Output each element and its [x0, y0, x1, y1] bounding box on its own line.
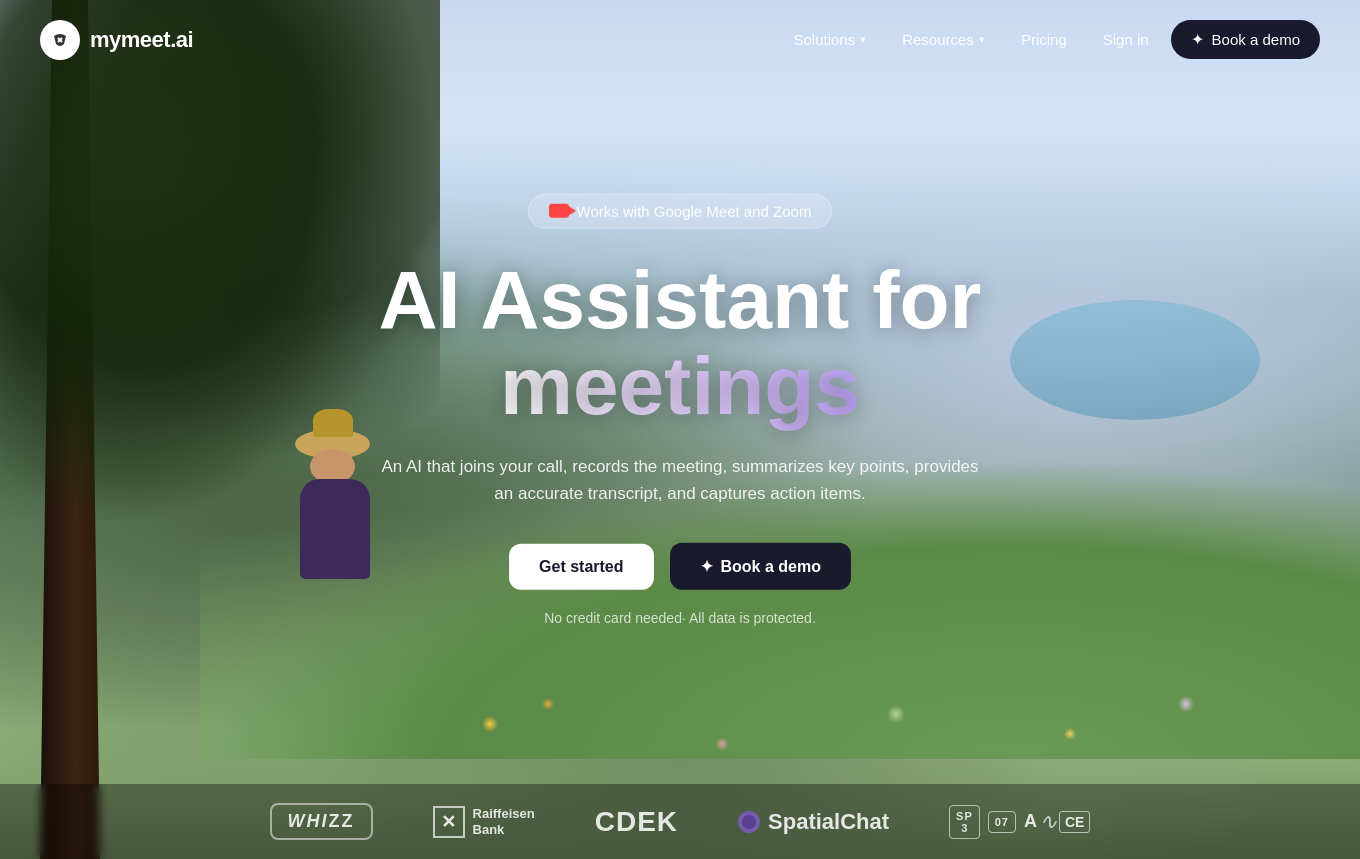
sparkle-icon: ✦ — [700, 557, 713, 576]
disclaimer-text: No credit card needed· All data is prote… — [280, 610, 1080, 626]
get-started-button[interactable]: Get started — [509, 543, 653, 589]
chevron-down-icon: ▾ — [860, 33, 866, 46]
nav-pricing[interactable]: Pricing — [1007, 23, 1081, 56]
hero-content: Works with Google Meet and Zoom AI Assis… — [280, 193, 1080, 626]
logo-spatialchat: SpatialChat — [738, 809, 889, 835]
navbar: mymeet.ai Solutions ▾ Resources ▾ Pricin… — [0, 0, 1360, 79]
logo-cdek: CDEK — [595, 806, 678, 838]
logo-sp3: SP 3 07 A ∿ CE — [949, 805, 1090, 839]
nav-book-demo-button[interactable]: ✦ Book a demo — [1171, 20, 1320, 59]
logo-raiffeisen: ✕ RaiffeisenBank — [433, 806, 535, 838]
works-badge: Works with Google Meet and Zoom — [528, 193, 833, 228]
hero-title-gradient: meetings — [500, 339, 860, 430]
video-camera-icon — [549, 204, 569, 218]
logo-text: mymeet.ai — [90, 27, 193, 53]
nav-solutions[interactable]: Solutions ▾ — [779, 23, 880, 56]
raiffeisen-x-icon: ✕ — [433, 806, 465, 838]
logo-whizz: WHIZZ — [270, 803, 373, 840]
hero-buttons: Get started ✦ Book a demo — [280, 543, 1080, 590]
spatialchat-dot-icon — [738, 811, 760, 833]
logo[interactable]: mymeet.ai — [40, 20, 193, 60]
nav-links: Solutions ▾ Resources ▾ Pricing Sign in … — [779, 20, 1320, 59]
sparkle-icon: ✦ — [1191, 30, 1204, 49]
nav-signin[interactable]: Sign in — [1089, 23, 1163, 56]
hero-title: AI Assistant for meetings — [280, 256, 1080, 428]
chevron-down-icon: ▾ — [979, 33, 985, 46]
nav-resources[interactable]: Resources ▾ — [888, 23, 999, 56]
hero-subtitle: An AI that joins your call, records the … — [380, 452, 980, 506]
logos-bar: WHIZZ ✕ RaiffeisenBank CDEK SpatialChat … — [0, 784, 1360, 859]
logo-icon — [40, 20, 80, 60]
book-demo-button[interactable]: ✦ Book a demo — [670, 543, 851, 590]
